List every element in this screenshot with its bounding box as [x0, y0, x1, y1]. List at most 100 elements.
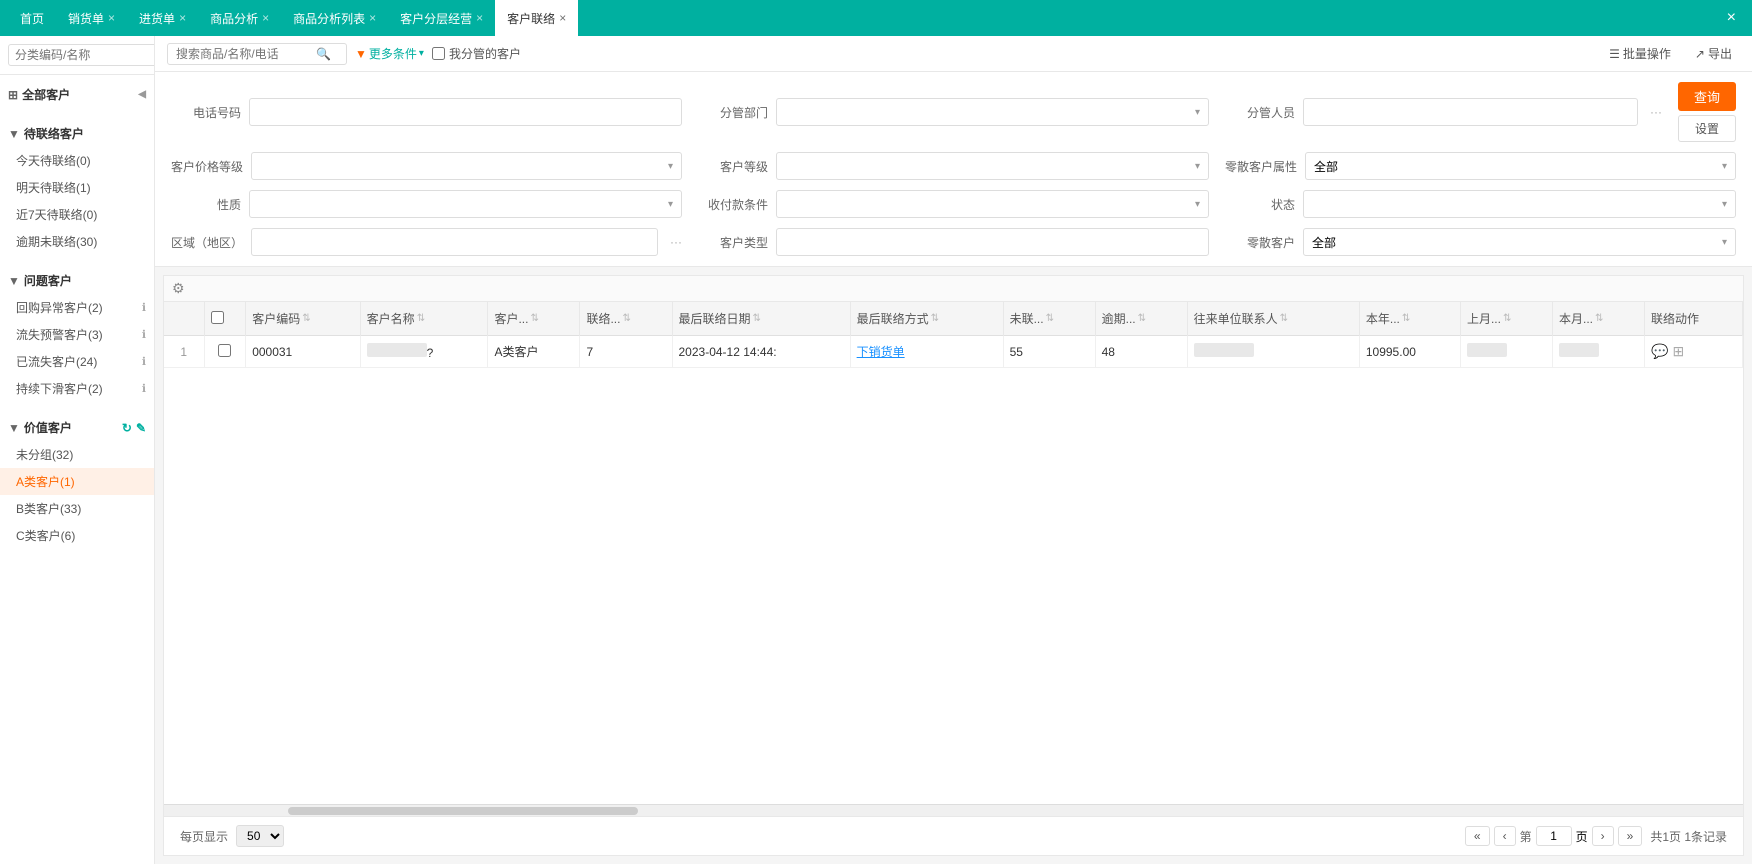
- sidebar-item-tomorrow[interactable]: 明天待联络(1): [0, 174, 154, 201]
- td-name: ?: [360, 336, 488, 368]
- value-actions: ↻ ✎: [122, 421, 146, 435]
- filter-customerlevel-select[interactable]: ▾: [776, 152, 1209, 180]
- table-area: ⚙ 客户编码 ⇅: [163, 275, 1744, 856]
- next-page-btn[interactable]: ›: [1592, 826, 1614, 846]
- sidebar-item-unclassified[interactable]: 未分组(32): [0, 441, 154, 468]
- my-customers-checkbox[interactable]: [432, 47, 445, 60]
- close-purchase-order[interactable]: ×: [179, 11, 186, 25]
- td-this-year: 10995.00: [1359, 336, 1460, 368]
- filter-customertype-input[interactable]: [776, 228, 1209, 256]
- export-button[interactable]: ↗ 导出: [1687, 42, 1740, 65]
- sort-notcontact-icon: ⇅: [1046, 313, 1054, 324]
- nav-home[interactable]: 首页: [8, 0, 56, 36]
- sidebar-pending-header[interactable]: ▼ 待联络客户: [0, 120, 154, 147]
- filter-department-select[interactable]: ▾: [776, 98, 1209, 126]
- scrollbar-thumb[interactable]: [288, 807, 638, 815]
- first-page-btn[interactable]: «: [1465, 826, 1490, 846]
- filter-region-input[interactable]: [251, 228, 658, 256]
- table-settings-icon[interactable]: ⚙: [172, 280, 185, 297]
- filter-search-input[interactable]: [176, 47, 316, 61]
- close-product-analysis[interactable]: ×: [262, 11, 269, 25]
- th-name[interactable]: 客户名称 ⇅: [360, 302, 488, 336]
- th-history-contact[interactable]: 往来单位联系人 ⇅: [1187, 302, 1359, 336]
- customerlevel-arrow: ▾: [1195, 161, 1200, 172]
- table-scroll[interactable]: 客户编码 ⇅ 客户名称 ⇅: [164, 302, 1743, 804]
- filter-person-input[interactable]: [1303, 98, 1638, 126]
- more-filter-btn[interactable]: ▼ 更多条件 ▾: [355, 45, 424, 62]
- last-method-link[interactable]: 下销货单: [857, 345, 905, 359]
- th-contact[interactable]: 联络... ⇅: [580, 302, 672, 336]
- sidebar-item-class-b[interactable]: B类客户(33): [0, 495, 154, 522]
- sidebar-item-today[interactable]: 今天待联络(0): [0, 147, 154, 174]
- region-more-icon[interactable]: ···: [670, 235, 682, 249]
- horizontal-scrollbar[interactable]: [164, 804, 1743, 816]
- nav-product-analysis-list[interactable]: 商品分析列表 ×: [281, 0, 388, 36]
- th-last-month[interactable]: 上月... ⇅: [1460, 302, 1552, 336]
- filter-retail-property-row: 零散客户属性 全部 ▾: [1225, 152, 1736, 180]
- filter-retail-property-select[interactable]: 全部 ▾: [1305, 152, 1736, 180]
- sidebar-pending-section: ▼ 待联络客户 今天待联络(0) 明天待联络(1) 近7天待联络(0) 逾期未联…: [0, 114, 154, 261]
- th-overdue[interactable]: 逾期... ⇅: [1095, 302, 1187, 336]
- close-all-tabs[interactable]: ×: [1719, 9, 1744, 27]
- sort-lastmonth-icon: ⇅: [1503, 313, 1511, 324]
- filter-pricelevel-select[interactable]: ▾: [251, 152, 682, 180]
- filter-phone-input[interactable]: [249, 98, 682, 126]
- info-icon-2: ℹ: [142, 328, 146, 341]
- filter-paycondition-row: 收付款条件 ▾: [698, 190, 1209, 218]
- retail-property-arrow: ▾: [1722, 161, 1727, 172]
- th-level[interactable]: 客户... ⇅: [488, 302, 580, 336]
- filter-search-icon[interactable]: 🔍: [316, 47, 331, 61]
- sidebar-item-repurchase-abnormal[interactable]: 回购异常客户(2) ℹ: [0, 294, 154, 321]
- settings-button[interactable]: 设置: [1678, 115, 1736, 142]
- nav-sales-order[interactable]: 销货单 ×: [56, 0, 127, 36]
- sidebar-item-declining[interactable]: 持续下滑客户(2) ℹ: [0, 375, 154, 402]
- th-not-contact[interactable]: 未联... ⇅: [1003, 302, 1095, 336]
- row-checkbox[interactable]: [218, 344, 231, 357]
- query-button[interactable]: 查询: [1678, 82, 1736, 111]
- person-more-icon[interactable]: ···: [1650, 105, 1662, 119]
- close-product-analysis-list[interactable]: ×: [369, 11, 376, 25]
- filter-nature-select[interactable]: ▾: [249, 190, 682, 218]
- sidebar-search-input[interactable]: [8, 44, 155, 66]
- sidebar-problem-header[interactable]: ▼ 问题客户: [0, 267, 154, 294]
- nav-customer-segment[interactable]: 客户分层经营 ×: [388, 0, 495, 36]
- sidebar-item-churned[interactable]: 已流失客户(24) ℹ: [0, 348, 154, 375]
- close-customer-contact[interactable]: ×: [559, 11, 566, 25]
- nav-purchase-order[interactable]: 进货单 ×: [127, 0, 198, 36]
- sidebar-value-header[interactable]: ▼ 价值客户 ↻ ✎: [0, 414, 154, 441]
- sidebar-item-class-a[interactable]: A类客户(1): [0, 468, 154, 495]
- nav-product-analysis[interactable]: 商品分析 ×: [198, 0, 281, 36]
- chat-icon[interactable]: 💬: [1651, 343, 1668, 360]
- td-last-date: 2023-04-12 14:44:: [672, 336, 850, 368]
- refresh-icon[interactable]: ↻: [122, 421, 132, 435]
- th-checkbox[interactable]: [204, 302, 246, 336]
- page-size-select[interactable]: 50: [236, 825, 284, 847]
- th-last-date[interactable]: 最后联络日期 ⇅: [672, 302, 850, 336]
- prev-page-btn[interactable]: ‹: [1494, 826, 1516, 846]
- page-input[interactable]: [1536, 826, 1572, 846]
- th-code[interactable]: 客户编码 ⇅: [246, 302, 360, 336]
- last-page-btn[interactable]: »: [1618, 826, 1643, 846]
- th-last-method[interactable]: 最后联络方式 ⇅: [850, 302, 1003, 336]
- td-last-method[interactable]: 下销货单: [850, 336, 1003, 368]
- td-checkbox[interactable]: [204, 336, 246, 368]
- th-this-month[interactable]: 本月... ⇅: [1553, 302, 1645, 336]
- sidebar-item-overdue[interactable]: 逾期未联络(30): [0, 228, 154, 255]
- filter-paycondition-select[interactable]: ▾: [776, 190, 1209, 218]
- filter-retail-select[interactable]: 全部 ▾: [1303, 228, 1736, 256]
- select-all-checkbox[interactable]: [211, 311, 224, 324]
- sidebar: 🔍 ⊞ 全部客户 ◀ ▼ 待联络客户 今天待联络(0) 明天待联络(1) 近7天: [0, 36, 155, 864]
- close-customer-segment[interactable]: ×: [476, 11, 483, 25]
- close-sales-order[interactable]: ×: [108, 11, 115, 25]
- qr-icon[interactable]: ⊞: [1672, 343, 1684, 360]
- sidebar-search-area: 🔍: [0, 36, 154, 75]
- sidebar-item-churn-warning[interactable]: 流失预警客户(3) ℹ: [0, 321, 154, 348]
- sidebar-item-class-c[interactable]: C类客户(6): [0, 522, 154, 549]
- edit-icon[interactable]: ✎: [136, 421, 146, 435]
- filter-status-select[interactable]: ▾: [1303, 190, 1736, 218]
- sidebar-all-customers-header[interactable]: ⊞ 全部客户 ◀: [0, 81, 154, 108]
- batch-op-button[interactable]: ☰ 批量操作: [1601, 42, 1679, 65]
- nav-customer-contact[interactable]: 客户联络 ×: [495, 0, 578, 36]
- sidebar-item-7days[interactable]: 近7天待联络(0): [0, 201, 154, 228]
- th-this-year[interactable]: 本年... ⇅: [1359, 302, 1460, 336]
